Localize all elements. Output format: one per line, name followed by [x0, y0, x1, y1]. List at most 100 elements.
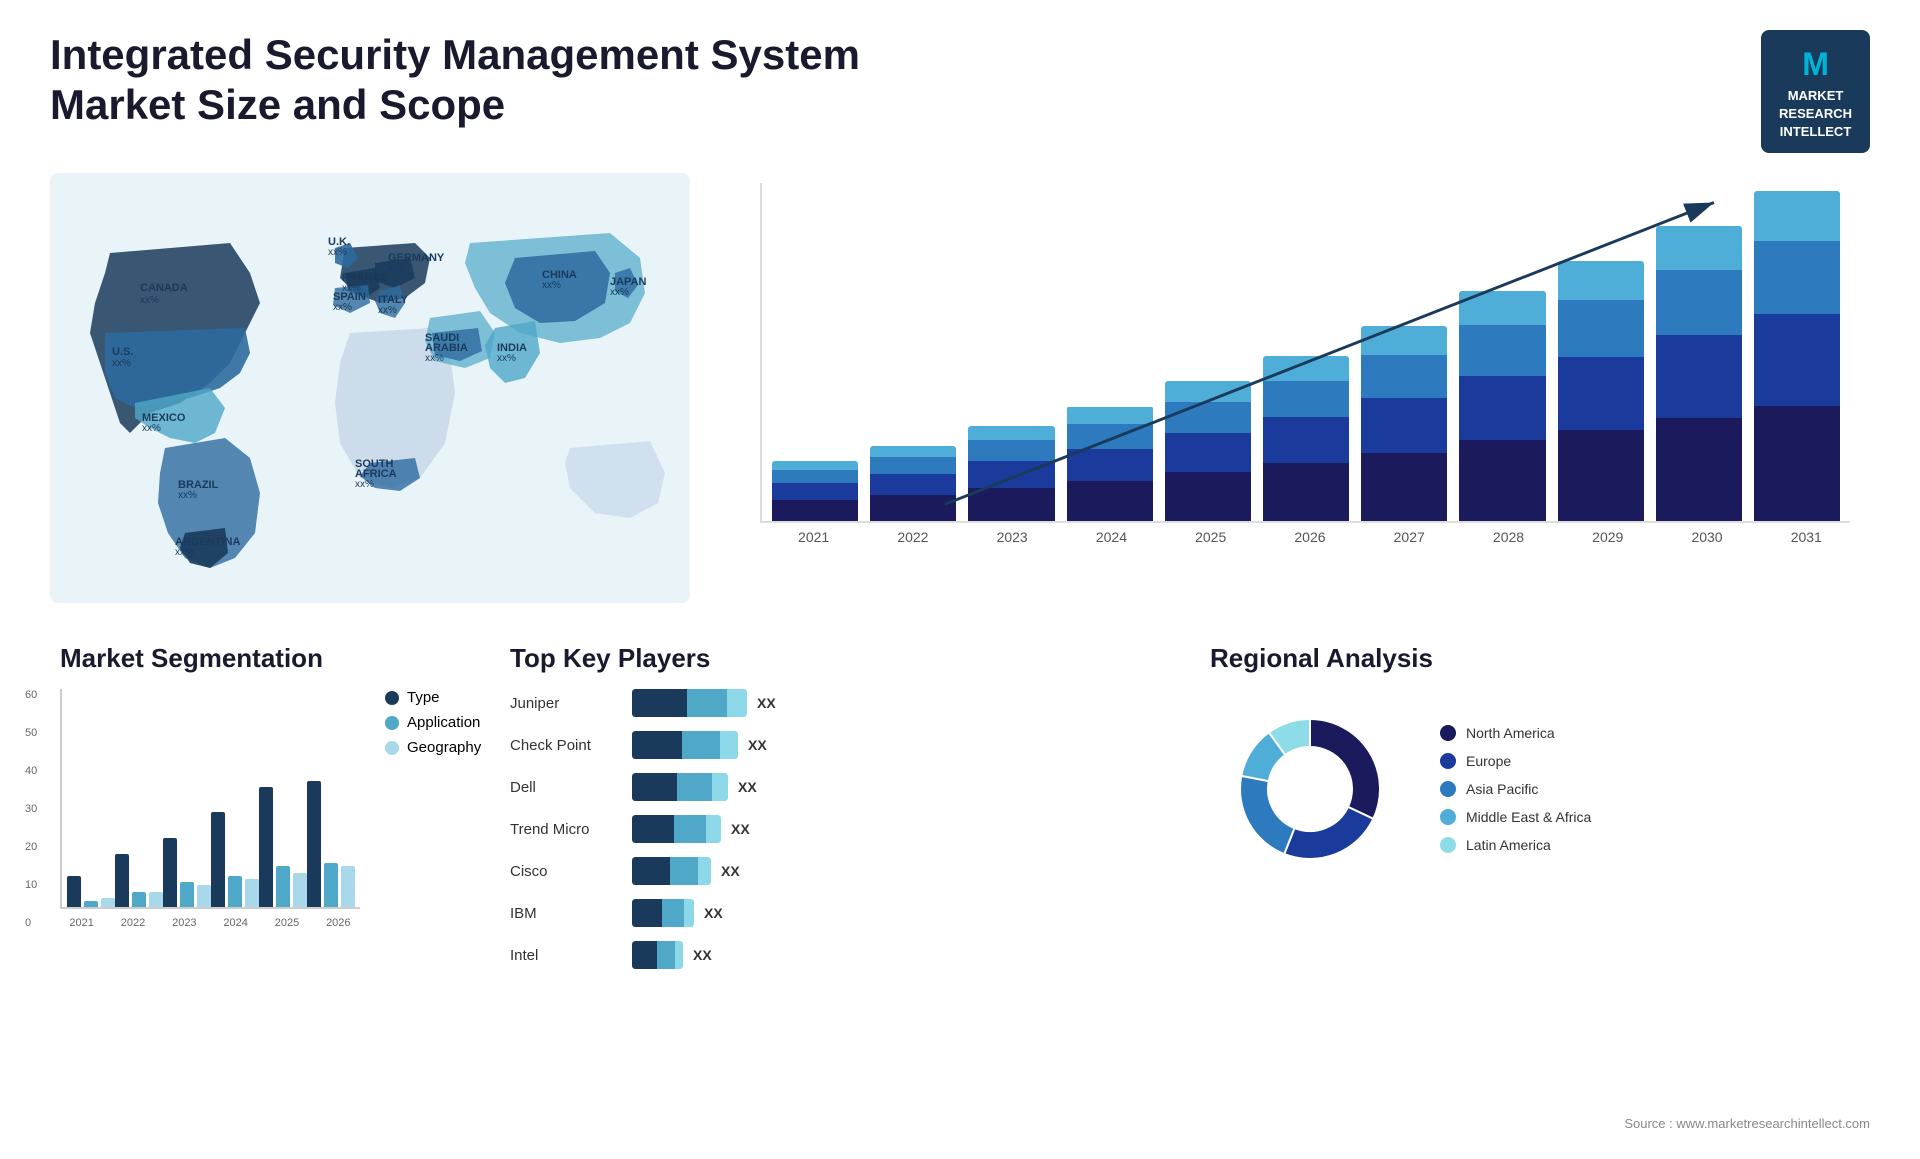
player-bar-segment [632, 689, 687, 717]
bar-group: XX [1459, 291, 1545, 521]
player-row: DellXX [510, 773, 1160, 801]
bar-segment [772, 500, 858, 521]
bar-segment [1459, 440, 1545, 521]
reg-legend-label: Latin America [1466, 837, 1551, 853]
logo-line3: INTELLECT [1780, 124, 1852, 139]
player-name: Cisco [510, 863, 620, 880]
svg-text:xx%: xx% [333, 302, 352, 313]
player-bar-segment [687, 689, 727, 717]
page-container: Integrated Security Management System Ma… [0, 0, 1920, 1146]
regional-legend-item: North America [1440, 725, 1591, 741]
player-row: Check PointXX [510, 731, 1160, 759]
player-bar-segment [632, 773, 677, 801]
reg-legend-dot [1440, 781, 1456, 797]
segmentation-section: Market Segmentation 6050403020100 202120… [50, 633, 470, 1159]
player-bar-segment [632, 731, 682, 759]
legend-dot [385, 691, 399, 705]
player-bars-wrap [632, 941, 683, 969]
seg-bar [276, 866, 290, 907]
bar-segment [968, 461, 1054, 488]
seg-bar [67, 876, 81, 908]
bar-segment [1165, 433, 1251, 472]
bar-x-label: 2024 [1068, 529, 1155, 545]
seg-bar [341, 866, 355, 907]
regional-legend-item: Asia Pacific [1440, 781, 1591, 797]
player-name: Juniper [510, 695, 620, 712]
player-bar-segment [632, 941, 657, 969]
bar-segment [1067, 481, 1153, 521]
player-bar-segment [727, 689, 747, 717]
stacked-bar: XX [1361, 326, 1447, 521]
bar-segment [1263, 463, 1349, 521]
player-row: Trend Micro XX [510, 815, 1160, 843]
stacked-bar: XX [1754, 191, 1840, 521]
bar-group: XX [1263, 356, 1349, 521]
bar-x-labels: 2021202220232024202520262027202820292030… [760, 529, 1850, 545]
player-bar-container: XX [632, 773, 1160, 801]
player-bar-segment [706, 815, 721, 843]
legend-item: Application [385, 714, 481, 731]
donut-chart-svg [1210, 689, 1410, 889]
bottom-grid: Market Segmentation 6050403020100 202120… [50, 633, 1870, 1159]
seg-bar [307, 781, 321, 908]
regional-section: Regional Analysis North AmericaEuropeAsi… [1200, 633, 1870, 1159]
bar-segment [1656, 335, 1742, 418]
bar-x-label: 2027 [1366, 529, 1453, 545]
svg-text:U.S.: U.S. [112, 346, 133, 358]
player-bar-segment [682, 731, 720, 759]
legend-item: Geography [385, 739, 481, 756]
bar-group: XX [1558, 261, 1644, 521]
player-bar-container: XX [632, 941, 1160, 969]
bar-x-label: 2025 [1167, 529, 1254, 545]
source-text: Source : www.marketresearchintellect.com [1624, 1116, 1870, 1131]
players-title: Top Key Players [510, 643, 1160, 674]
bar-x-label: 2022 [869, 529, 956, 545]
bar-segment [1263, 381, 1349, 417]
world-map-svg: CANADA xx% U.S. xx% MEXICO xx% BRAZIL xx… [50, 173, 690, 603]
bar-segment [1361, 355, 1447, 398]
logo-line2: RESEARCH [1779, 106, 1852, 121]
seg-x-label: 2025 [265, 913, 308, 929]
bar-x-label: 2023 [969, 529, 1056, 545]
seg-bar [197, 885, 211, 907]
seg-bar [84, 901, 98, 907]
player-bar-segment [677, 773, 712, 801]
seg-bar [115, 854, 129, 908]
player-bar-segment [670, 857, 698, 885]
segmentation-title: Market Segmentation [60, 643, 460, 674]
stacked-bar: XX [1263, 356, 1349, 521]
bar-segment [1165, 472, 1251, 521]
seg-group [307, 781, 355, 908]
bar-segment [1263, 356, 1349, 381]
player-bar-segment [632, 857, 670, 885]
donut-segment [1240, 776, 1295, 854]
player-row: IBMXX [510, 899, 1160, 927]
stacked-bar: XX [1067, 406, 1153, 521]
bar-segment [1067, 424, 1153, 449]
player-bar-segment [720, 731, 738, 759]
seg-group [115, 854, 163, 908]
player-bar-segment [684, 899, 694, 927]
bar-segment [1754, 406, 1840, 521]
bar-x-label: 2031 [1763, 529, 1850, 545]
legend-label: Geography [407, 739, 481, 756]
bar-x-label: 2028 [1465, 529, 1552, 545]
player-name: IBM [510, 905, 620, 922]
legend-dot [385, 716, 399, 730]
stacked-bar: XX [1656, 226, 1742, 521]
player-row: JuniperXX [510, 689, 1160, 717]
stacked-bar: XX [772, 461, 858, 521]
bar-chart-inner: XXXXXXXXXXXXXXXXXXXXXX 20212022202320242… [760, 183, 1850, 553]
regional-legend-item: Latin America [1440, 837, 1591, 853]
player-name: Intel [510, 947, 620, 964]
player-value: XX [693, 947, 712, 963]
stacked-bar: XX [1558, 261, 1644, 521]
seg-group [67, 876, 115, 908]
seg-bar [293, 873, 307, 908]
reg-legend-label: North America [1466, 725, 1555, 741]
bar-group: XX [1656, 226, 1742, 521]
player-bar-container: XX [632, 815, 1160, 843]
bar-segment [1656, 226, 1742, 270]
bar-group: XX [968, 426, 1054, 521]
player-name: Trend Micro [510, 821, 620, 838]
